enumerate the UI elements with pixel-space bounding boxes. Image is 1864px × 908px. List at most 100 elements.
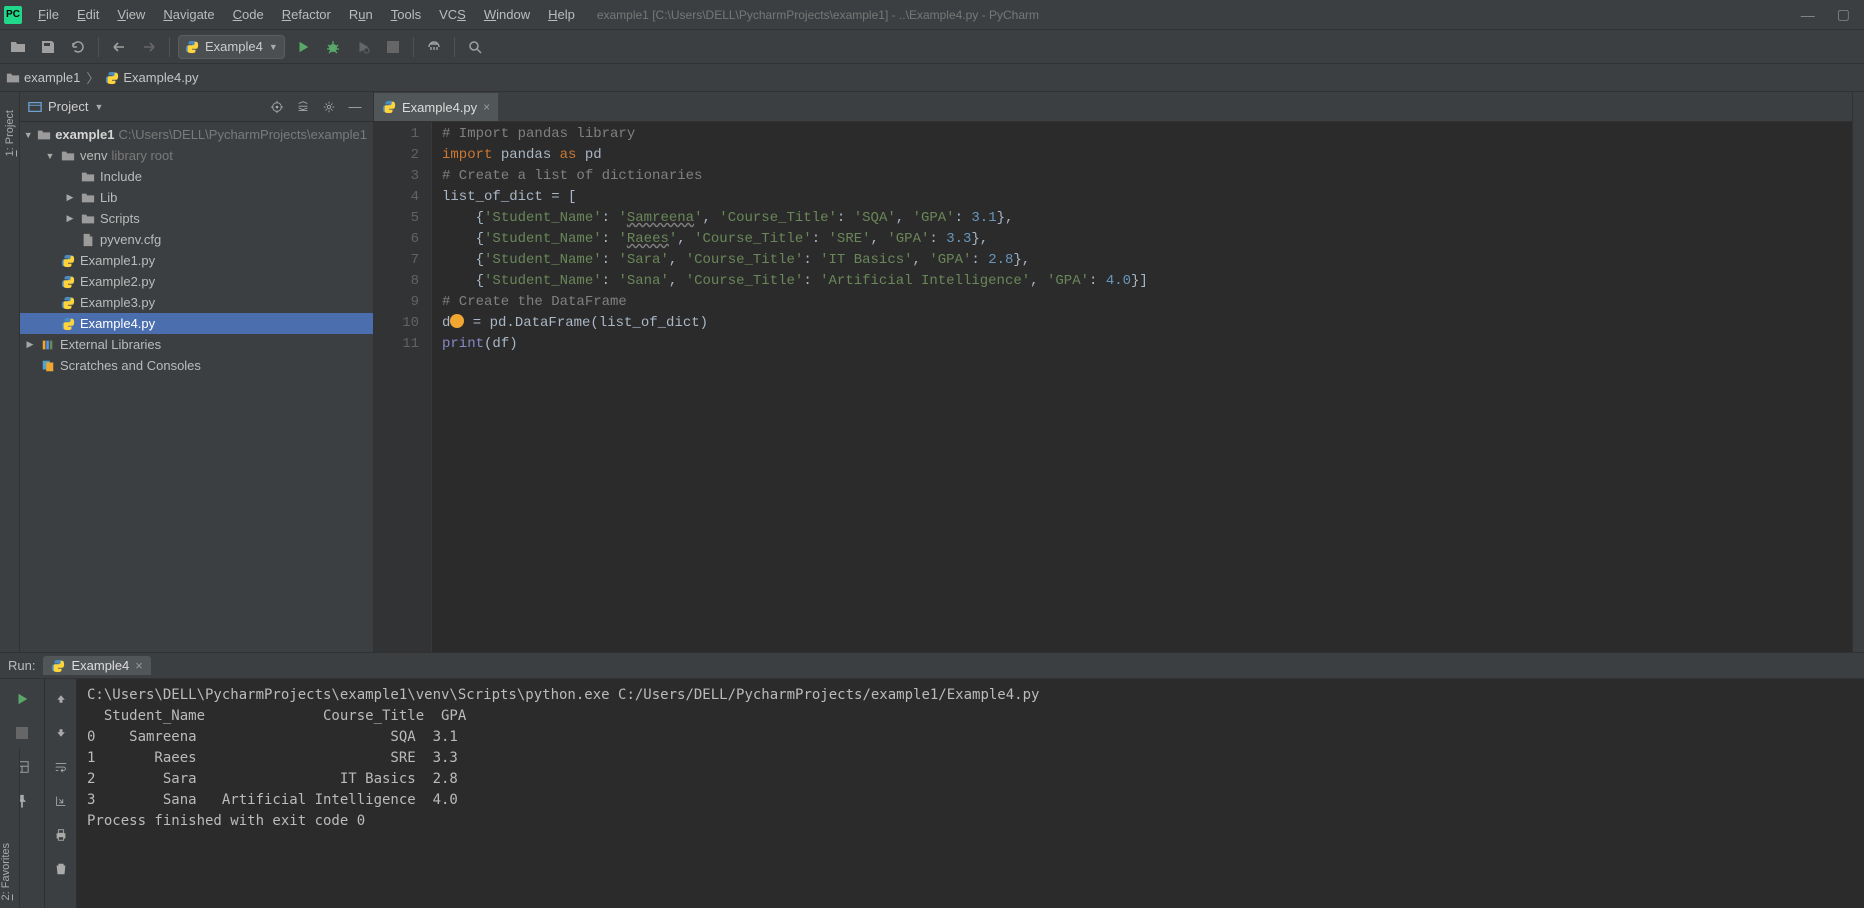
search-icon[interactable] xyxy=(463,35,487,59)
tree-example1[interactable]: Example1.py xyxy=(20,250,373,271)
menu-navigate[interactable]: Navigate xyxy=(155,3,222,26)
breadcrumb-file[interactable]: Example4.py xyxy=(105,70,198,85)
rerun-button[interactable] xyxy=(10,687,34,711)
menu-bar: PC File Edit View Navigate Code Refactor… xyxy=(0,0,1864,30)
minimize-button[interactable]: — xyxy=(1791,3,1825,27)
stop-button[interactable] xyxy=(381,35,405,59)
print-icon[interactable] xyxy=(49,823,73,847)
editor-tabs: Example4.py × xyxy=(374,92,1852,122)
scroll-end-icon[interactable] xyxy=(49,789,73,813)
project-panel-title: Project xyxy=(48,99,88,114)
back-icon[interactable] xyxy=(107,35,131,59)
menu-tools[interactable]: Tools xyxy=(383,3,429,26)
tree-example2[interactable]: Example2.py xyxy=(20,271,373,292)
code-editor[interactable]: 1 2 3 4 5 6 7 8 9 10 11 # Import pandas … xyxy=(374,122,1852,652)
close-tab-icon[interactable]: × xyxy=(483,100,490,114)
navigation-bar: example1 〉 Example4.py xyxy=(0,64,1864,92)
close-icon[interactable]: × xyxy=(135,658,143,673)
run-body: C:\Users\DELL\PycharmProjects\example1\v… xyxy=(0,679,1864,908)
python-icon xyxy=(60,253,76,269)
stop-button[interactable] xyxy=(10,721,34,745)
trash-icon[interactable] xyxy=(49,857,73,881)
menu-file[interactable]: File xyxy=(30,3,67,26)
project-panel: Project ▼ — ▼ example1 C:\Users\DELL\Pyc… xyxy=(20,92,374,652)
window-title: example1 [C:\Users\DELL\PycharmProjects\… xyxy=(597,8,1039,22)
scratches-icon xyxy=(40,358,56,374)
project-tool-button[interactable]: 1: Project xyxy=(4,102,16,164)
gear-icon[interactable] xyxy=(319,97,339,117)
run-tool-window: Run: Example4 × C:\Users\DELL\PycharmPro… xyxy=(0,652,1864,908)
tree-lib[interactable]: ▶ Lib xyxy=(20,187,373,208)
wrap-icon[interactable] xyxy=(49,755,73,779)
project-view-icon xyxy=(28,100,42,114)
menu-code[interactable]: Code xyxy=(225,3,272,26)
breadcrumb-separator: 〉 xyxy=(86,68,99,87)
tree-example4[interactable]: Example4.py xyxy=(20,313,373,334)
folder-icon xyxy=(80,190,96,206)
code-body[interactable]: # Import pandas library import pandas as… xyxy=(432,122,1852,652)
tree-scratches[interactable]: Scratches and Consoles xyxy=(20,355,373,376)
debug-button[interactable] xyxy=(321,35,345,59)
down-icon[interactable] xyxy=(49,721,73,745)
python-icon xyxy=(51,659,65,673)
tree-example3[interactable]: Example3.py xyxy=(20,292,373,313)
python-icon xyxy=(60,316,76,332)
pycharm-icon: PC xyxy=(4,6,22,24)
libraries-icon xyxy=(40,337,56,353)
folder-icon xyxy=(80,211,96,227)
forward-icon[interactable] xyxy=(137,35,161,59)
reload-icon[interactable] xyxy=(66,35,90,59)
python-icon xyxy=(60,295,76,311)
menu-window[interactable]: Window xyxy=(476,3,538,26)
python-icon xyxy=(382,100,396,114)
tree-venv[interactable]: ▼ venv library root xyxy=(20,145,373,166)
tree-include[interactable]: Include xyxy=(20,166,373,187)
chevron-down-icon: ▼ xyxy=(269,42,278,52)
breadcrumb-project[interactable]: example1 xyxy=(6,70,80,85)
settings-icon[interactable] xyxy=(422,35,446,59)
locate-icon[interactable] xyxy=(267,97,287,117)
intention-bulb-icon[interactable] xyxy=(450,314,464,328)
run-config-name: Example4 xyxy=(205,39,263,54)
file-icon xyxy=(80,232,96,248)
project-tree[interactable]: ▼ example1 C:\Users\DELL\PycharmProjects… xyxy=(20,122,373,652)
editor-area: Example4.py × 1 2 3 4 5 6 7 8 9 10 11 # … xyxy=(374,92,1852,652)
run-header: Run: Example4 × xyxy=(0,653,1864,679)
folder-icon xyxy=(37,127,51,143)
open-icon[interactable] xyxy=(6,35,30,59)
main-area: 1: Project Project ▼ — ▼ example1 C:\Use… xyxy=(0,92,1864,652)
save-icon[interactable] xyxy=(36,35,60,59)
right-rail xyxy=(1852,92,1864,652)
python-icon xyxy=(185,40,199,54)
run-label: Run: xyxy=(8,658,35,673)
run-coverage-button[interactable] xyxy=(351,35,375,59)
python-icon xyxy=(60,274,76,290)
menu-refactor[interactable]: Refactor xyxy=(274,3,339,26)
collapse-all-icon[interactable] xyxy=(293,97,313,117)
tree-external-libraries[interactable]: ▶ External Libraries xyxy=(20,334,373,355)
menu-help[interactable]: Help xyxy=(540,3,583,26)
editor-tab-example4[interactable]: Example4.py × xyxy=(374,93,499,121)
run-button[interactable] xyxy=(291,35,315,59)
project-panel-header: Project ▼ — xyxy=(20,92,373,122)
chevron-down-icon[interactable]: ▼ xyxy=(94,102,103,112)
folder-icon xyxy=(60,148,76,164)
maximize-button[interactable]: ▢ xyxy=(1827,2,1860,27)
menu-view[interactable]: View xyxy=(109,3,153,26)
tree-root[interactable]: ▼ example1 C:\Users\DELL\PycharmProjects… xyxy=(20,124,373,145)
left-sidebar-rail: 1: Project xyxy=(0,92,20,652)
favorites-tool-button[interactable]: 2: Favorites xyxy=(0,823,12,908)
folder-icon xyxy=(6,71,20,85)
folder-icon xyxy=(80,169,96,185)
menu-vcs[interactable]: VCS xyxy=(431,3,474,26)
up-icon[interactable] xyxy=(49,687,73,711)
menu-run[interactable]: Run xyxy=(341,3,381,26)
run-tab[interactable]: Example4 × xyxy=(43,656,150,675)
run-console-toolbar xyxy=(45,679,77,908)
run-config-selector[interactable]: Example4 ▼ xyxy=(178,35,285,59)
menu-edit[interactable]: Edit xyxy=(69,3,107,26)
hide-icon[interactable]: — xyxy=(345,97,365,117)
run-console[interactable]: C:\Users\DELL\PycharmProjects\example1\v… xyxy=(77,679,1864,908)
tree-scripts[interactable]: ▶ Scripts xyxy=(20,208,373,229)
tree-pyvenv[interactable]: pyvenv.cfg xyxy=(20,229,373,250)
